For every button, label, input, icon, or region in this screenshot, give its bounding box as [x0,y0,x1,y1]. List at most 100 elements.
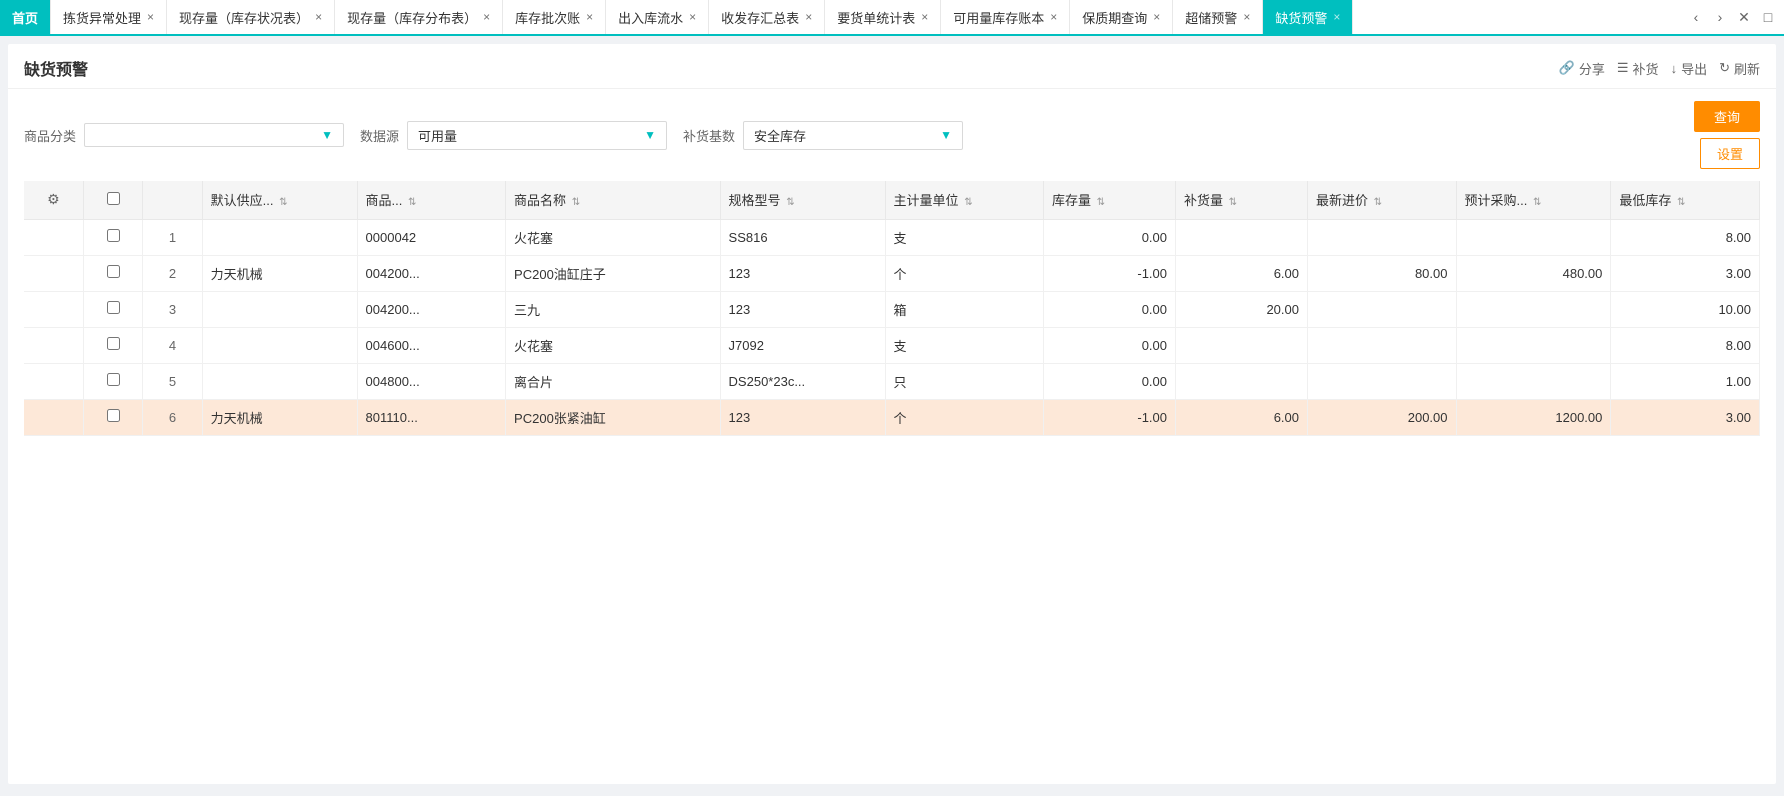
tab-10[interactable]: 超储预警 × [1173,0,1263,34]
row-checkbox[interactable] [107,373,120,386]
tab-9-close[interactable]: × [1153,10,1160,24]
row-checkbox[interactable] [107,337,120,350]
col-unit-sort-icon[interactable]: ⇅ [964,197,972,208]
share-button[interactable]: 🔗 分享 [1559,59,1605,78]
row-settings-cell [24,327,83,363]
tab-2-close[interactable]: × [315,10,322,24]
row-min-stock: 3.00 [1611,399,1760,435]
tab-8-close[interactable]: × [1050,10,1057,24]
row-est-purchase [1456,327,1611,363]
tab-11-close[interactable]: × [1333,10,1340,24]
row-stock: -1.00 [1044,399,1176,435]
refresh-button[interactable]: ↻ 刷新 [1719,59,1760,78]
col-check-header[interactable] [83,181,142,219]
col-spec-label: 规格型号 [729,193,781,208]
col-stock-sort-icon[interactable]: ⇅ [1097,197,1105,208]
col-spec-header: 规格型号 ⇅ [720,181,885,219]
tab-prev-button[interactable]: ‹ [1684,5,1708,29]
table-row[interactable]: 3 004200... 三九 123 箱 0.00 20.00 10.00 [24,291,1760,327]
row-check-cell[interactable] [83,255,142,291]
row-latest-price [1308,327,1457,363]
settings-gear-icon[interactable]: ⚙ [47,191,60,207]
category-select[interactable]: ▼ [84,123,344,147]
row-checkbox[interactable] [107,409,120,422]
data-table: ⚙ 默认供应... ⇅ 商品... ⇅ 商品名称 [24,181,1760,436]
tab-5-close[interactable]: × [689,10,696,24]
tab-1-close[interactable]: × [147,10,154,24]
row-spec: 123 [720,255,885,291]
replenish-base-select[interactable]: 安全库存 ▼ [743,121,963,150]
tab-10-close[interactable]: × [1243,10,1250,24]
datasource-select[interactable]: 可用量 ▼ [407,121,667,150]
export-button[interactable]: ↓ 导出 [1671,59,1708,78]
col-supplier-sort-icon[interactable]: ⇅ [279,197,287,208]
tab-8-label: 可用量库存账本 [953,8,1044,27]
tab-next-button[interactable]: › [1708,5,1732,29]
tab-9[interactable]: 保质期查询 × [1070,0,1173,34]
row-latest-price [1308,291,1457,327]
tab-expand-button[interactable]: □ [1756,5,1780,29]
replenish-label: 补货 [1633,59,1659,78]
col-minstock-sort-icon[interactable]: ⇅ [1677,197,1685,208]
col-price-header: 最新进价 ⇅ [1308,181,1457,219]
tab-6-label: 收发存汇总表 [721,8,799,27]
row-min-stock: 8.00 [1611,219,1760,255]
col-code-sort-icon[interactable]: ⇅ [408,197,416,208]
row-est-purchase: 480.00 [1456,255,1611,291]
row-check-cell[interactable] [83,291,142,327]
row-check-cell[interactable] [83,327,142,363]
row-supplier [202,327,357,363]
tab-8[interactable]: 可用量库存账本 × [941,0,1070,34]
table-row[interactable]: 4 004600... 火花塞 J7092 支 0.00 8.00 [24,327,1760,363]
tab-10-label: 超储预警 [1185,8,1237,27]
row-code: 0000042 [357,219,506,255]
tab-11[interactable]: 缺货预警 × [1263,0,1353,34]
row-name: 火花塞 [506,219,721,255]
row-stock: 0.00 [1044,219,1176,255]
col-settings-header[interactable]: ⚙ [24,181,83,219]
tab-6-close[interactable]: × [805,10,812,24]
table-row[interactable]: 5 004800... 离合片 DS250*23c... 只 0.00 1.00 [24,363,1760,399]
tab-3-close[interactable]: × [483,10,490,24]
row-check-cell[interactable] [83,219,142,255]
row-unit: 个 [885,255,1043,291]
tab-3[interactable]: 现存量（库存分布表） × [335,0,503,34]
col-price-sort-icon[interactable]: ⇅ [1374,197,1382,208]
tab-6[interactable]: 收发存汇总表 × [709,0,825,34]
export-label: 导出 [1681,59,1707,78]
row-check-cell[interactable] [83,363,142,399]
select-all-checkbox[interactable] [107,192,120,205]
tab-7-close[interactable]: × [921,10,928,24]
table-row[interactable]: 2 力天机械 004200... PC200油缸庄子 123 个 -1.00 6… [24,255,1760,291]
setting-button[interactable]: 设置 [1700,138,1760,169]
col-replenish-label: 补货量 [1184,193,1223,208]
row-settings-cell [24,255,83,291]
query-button[interactable]: 查询 [1694,101,1760,132]
tab-4[interactable]: 库存批次账 × [503,0,606,34]
tab-7[interactable]: 要货单统计表 × [825,0,941,34]
col-replenish-sort-icon[interactable]: ⇅ [1229,197,1237,208]
row-checkbox[interactable] [107,265,120,278]
tab-bar: 首页 拣货异常处理 × 现存量（库存状况表） × 现存量（库存分布表） × 库存… [0,0,1784,36]
row-check-cell[interactable] [83,399,142,435]
tab-home[interactable]: 首页 [0,0,51,34]
category-filter-group: 商品分类 ▼ [24,123,344,147]
refresh-label: 刷新 [1734,59,1760,78]
table-row[interactable]: 1 0000042 火花塞 SS816 支 0.00 8.00 [24,219,1760,255]
row-checkbox[interactable] [107,301,120,314]
col-est-sort-icon[interactable]: ⇅ [1533,197,1541,208]
tab-2[interactable]: 现存量（库存状况表） × [167,0,335,34]
col-spec-sort-icon[interactable]: ⇅ [786,197,794,208]
tab-4-close[interactable]: × [586,10,593,24]
col-code-header: 商品... ⇅ [357,181,506,219]
col-name-sort-icon[interactable]: ⇅ [572,197,580,208]
tab-1[interactable]: 拣货异常处理 × [51,0,167,34]
row-checkbox[interactable] [107,229,120,242]
tab-close-all-button[interactable]: ✕ [1732,5,1756,29]
table-row[interactable]: 6 力天机械 801110... PC200张紧油缸 123 个 -1.00 6… [24,399,1760,435]
row-est-purchase: 1200.00 [1456,399,1611,435]
row-name: PC200张紧油缸 [506,399,721,435]
datasource-label: 数据源 [360,126,399,145]
tab-5[interactable]: 出入库流水 × [606,0,709,34]
replenish-button[interactable]: ☰ 补货 [1617,59,1659,78]
